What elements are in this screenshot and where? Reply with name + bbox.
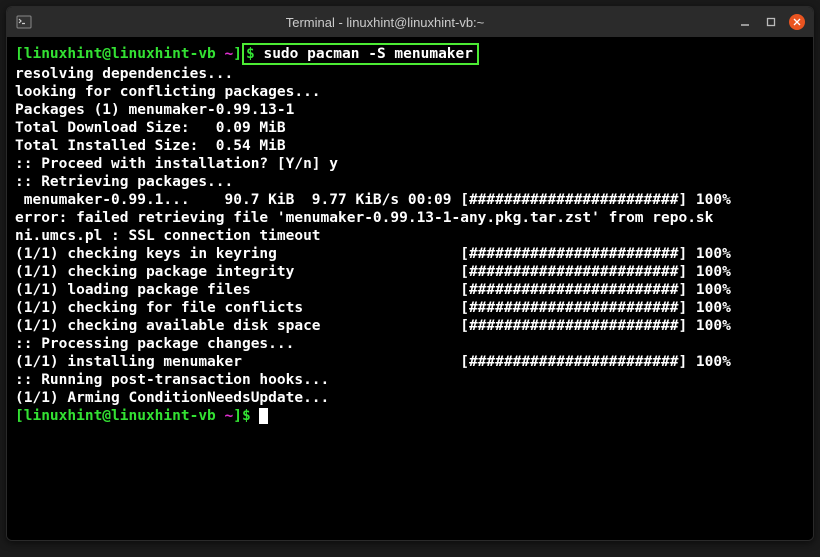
- output-line: (1/1) checking keys in keyring [########…: [15, 245, 805, 263]
- output-line: :: Proceed with installation? [Y/n] y: [15, 155, 805, 173]
- maximize-button[interactable]: [763, 14, 779, 30]
- prompt-user-host: linuxhint@linuxhint-vb: [24, 46, 216, 62]
- minimize-button[interactable]: [737, 14, 753, 30]
- prompt-line: [linuxhint@linuxhint-vb ~]$ sudo pacman …: [15, 43, 805, 65]
- terminal-window: Terminal - linuxhint@linuxhint-vb:~ [lin…: [6, 6, 814, 541]
- output-line: Total Installed Size: 0.54 MiB: [15, 137, 805, 155]
- cursor: [259, 408, 268, 424]
- output-line: (1/1) checking for file conflicts [#####…: [15, 299, 805, 317]
- command-text: sudo pacman -S menumaker: [263, 46, 473, 62]
- output-line: (1/1) installing menumaker [############…: [15, 353, 805, 371]
- prompt-symbol: $: [246, 46, 255, 62]
- output-line: (1/1) checking package integrity [######…: [15, 263, 805, 281]
- prompt-symbol: $: [242, 408, 251, 424]
- window-title: Terminal - linuxhint@linuxhint-vb:~: [39, 15, 731, 30]
- window-controls: [737, 14, 805, 30]
- command-highlight: $ sudo pacman -S menumaker: [242, 43, 479, 65]
- output-line: (1/1) Arming ConditionNeedsUpdate...: [15, 389, 805, 407]
- prompt-path: ~: [225, 46, 234, 62]
- output-line: menumaker-0.99.1... 90.7 KiB 9.77 KiB/s …: [15, 191, 805, 209]
- terminal-output[interactable]: [linuxhint@linuxhint-vb ~]$ sudo pacman …: [7, 37, 813, 540]
- output-line: error: failed retrieving file 'menumaker…: [15, 209, 805, 227]
- output-line: :: Retrieving packages...: [15, 173, 805, 191]
- prompt-path: ~: [225, 408, 234, 424]
- output-line: (1/1) loading package files [###########…: [15, 281, 805, 299]
- output-line: Packages (1) menumaker-0.99.13-1: [15, 101, 805, 119]
- output-line: (1/1) checking available disk space [###…: [15, 317, 805, 335]
- output-line: :: Processing package changes...: [15, 335, 805, 353]
- output-line: Total Download Size: 0.09 MiB: [15, 119, 805, 137]
- output-line: ni.umcs.pl : SSL connection timeout: [15, 227, 805, 245]
- prompt-user-host: linuxhint@linuxhint-vb: [24, 408, 216, 424]
- titlebar[interactable]: Terminal - linuxhint@linuxhint-vb:~: [7, 7, 813, 37]
- terminal-icon: [15, 13, 33, 31]
- prompt-line: [linuxhint@linuxhint-vb ~]$: [15, 407, 805, 425]
- output-line: resolving dependencies...: [15, 65, 805, 83]
- close-button[interactable]: [789, 14, 805, 30]
- output-line: looking for conflicting packages...: [15, 83, 805, 101]
- output-line: :: Running post-transaction hooks...: [15, 371, 805, 389]
